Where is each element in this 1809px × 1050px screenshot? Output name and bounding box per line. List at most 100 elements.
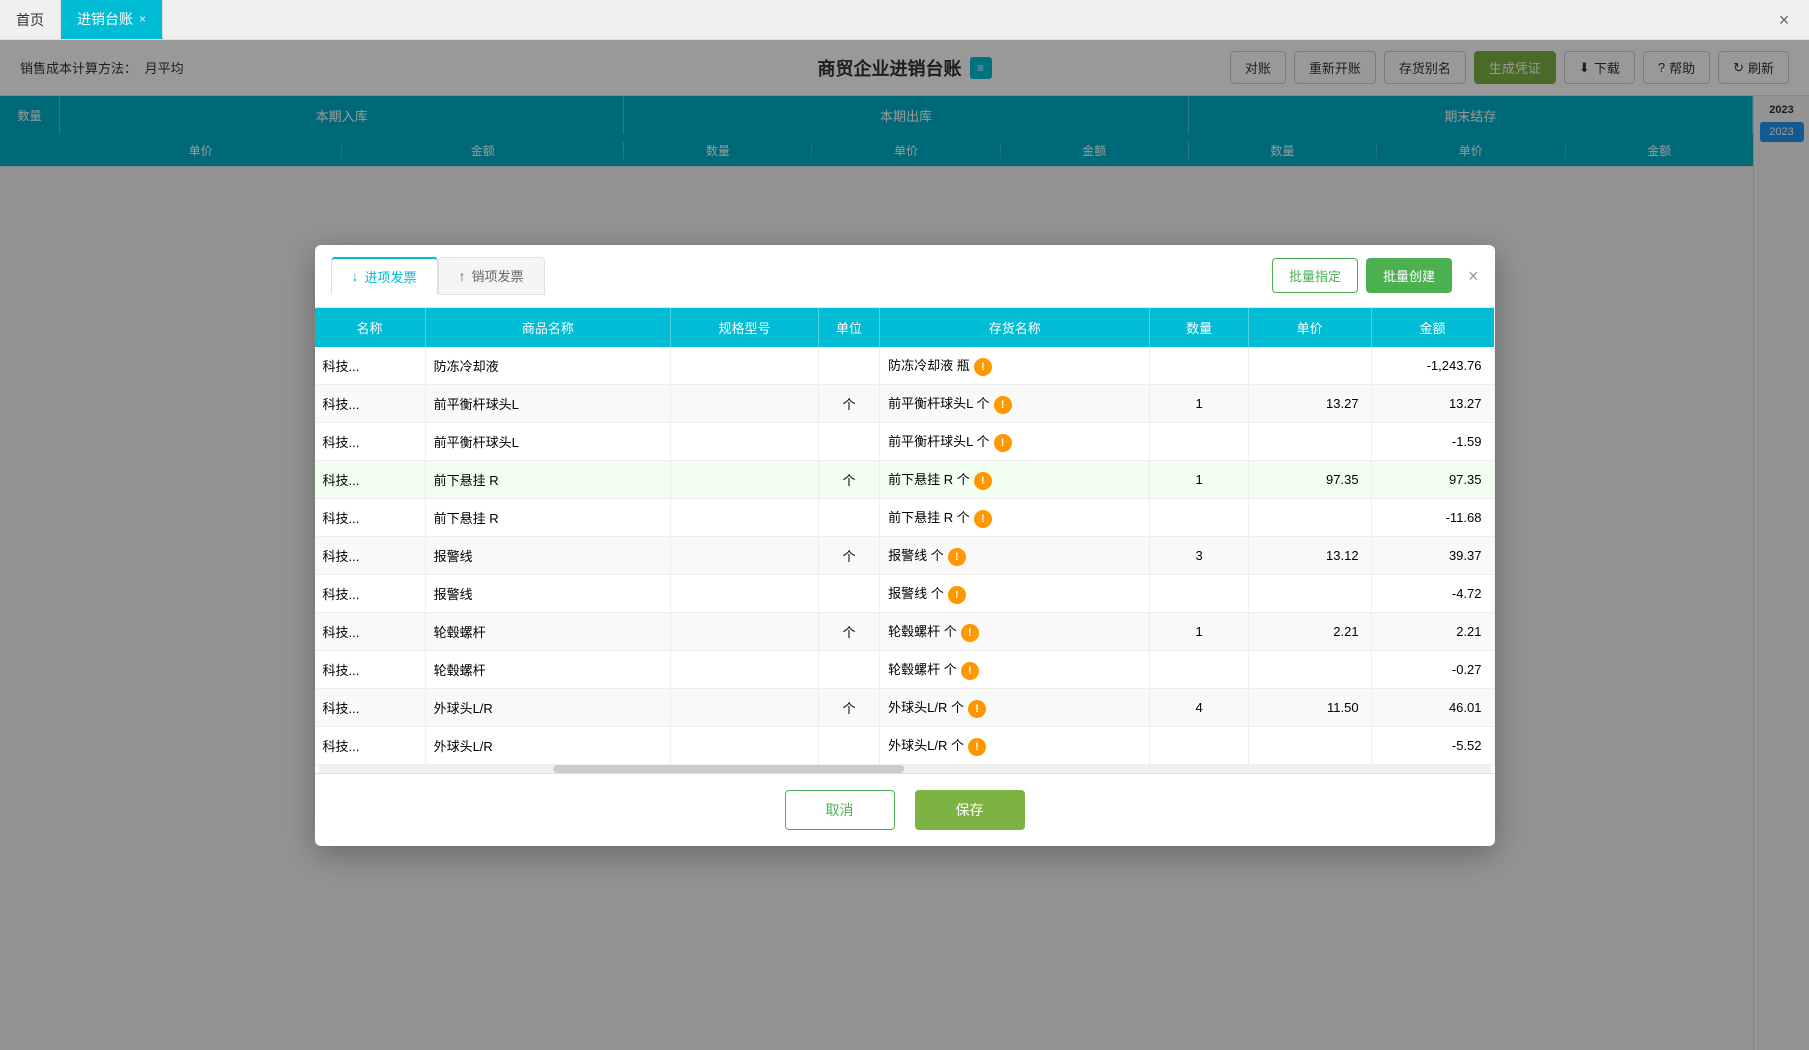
table-row: 科技... 轮毂螺杆 个 轮毂螺杆 个! 1 2.21 2.21 [315,612,1495,650]
cell-product: 前平衡杆球头L [425,384,671,422]
col-spec-header: 规格型号 [671,308,818,347]
cell-quantity [1150,498,1248,536]
warning-icon: ! [974,358,992,376]
tab-out-invoice[interactable]: ↑ 销项发票 [438,257,545,295]
modal-tabs: ↓ 进项发票 ↑ 销项发票 [331,257,545,295]
cell-name: 科技... [315,612,426,650]
cell-product: 轮毂螺杆 [425,612,671,650]
cell-amount: 39.37 [1371,536,1494,574]
main-area: 销售成本计算方法： 月平均 商贸企业进销台账 ≡ 对账 重新开账 存货别名 生成… [0,40,1809,1050]
cell-inventory: 前下悬挂 R 个! [880,498,1150,536]
cell-price: 13.12 [1248,536,1371,574]
cell-quantity: 3 [1150,536,1248,574]
table-row: 科技... 前下悬挂 R 前下悬挂 R 个! -11.68 [315,498,1495,536]
cell-spec [671,347,818,385]
cell-inventory: 轮毂螺杆 个! [880,612,1150,650]
cell-unit: 个 [818,384,879,422]
cell-spec [671,726,818,764]
modal-table-container[interactable]: 名称 商品名称 规格型号 单位 存货名称 数量 单价 金额 科技... 防冻冷却… [315,308,1495,765]
warning-icon: ! [948,586,966,604]
cell-quantity [1150,347,1248,385]
window-close-btn[interactable]: × [1759,0,1809,40]
cell-amount: 46.01 [1371,688,1494,726]
cell-spec [671,536,818,574]
cell-unit [818,650,879,688]
cell-unit: 个 [818,612,879,650]
tab-current[interactable]: 进销台账 × [61,0,163,39]
cell-quantity [1150,726,1248,764]
tab-out-label: 销项发票 [472,266,524,285]
tab-home[interactable]: 首页 [0,0,61,39]
cell-price [1248,726,1371,764]
cell-price [1248,574,1371,612]
cell-amount: -0.27 [1371,650,1494,688]
warning-icon: ! [994,396,1012,414]
cell-inventory: 外球头L/R 个! [880,726,1150,764]
modal-header-buttons: 批量指定 批量创建 [1272,258,1452,293]
cell-spec [671,422,818,460]
cell-price: 11.50 [1248,688,1371,726]
cell-spec [671,650,818,688]
save-button[interactable]: 保存 [915,790,1025,830]
warning-icon: ! [948,548,966,566]
cell-inventory: 报警线 个! [880,536,1150,574]
cell-inventory: 防冻冷却液 瓶! [880,347,1150,385]
cell-amount: -11.68 [1371,498,1494,536]
warning-icon: ! [961,662,979,680]
cell-unit: 个 [818,536,879,574]
out-invoice-icon: ↑ [459,268,466,284]
cell-product: 轮毂螺杆 [425,650,671,688]
cell-name: 科技... [315,422,426,460]
cell-product: 外球头L/R [425,688,671,726]
tab-current-label: 进销台账 [77,9,133,29]
cell-spec [671,688,818,726]
cell-quantity: 4 [1150,688,1248,726]
col-unit-header: 单位 [818,308,879,347]
cell-quantity [1150,574,1248,612]
tab-close-btn[interactable]: × [139,12,146,26]
warning-icon: ! [968,700,986,718]
warning-icon: ! [961,624,979,642]
cell-name: 科技... [315,726,426,764]
cell-quantity: 1 [1150,384,1248,422]
cell-name: 科技... [315,384,426,422]
batch-create-button[interactable]: 批量创建 [1366,258,1452,293]
modal-overlay: ↓ 进项发票 ↑ 销项发票 批量指定 批量创建 × [0,40,1809,1050]
cell-price [1248,650,1371,688]
cell-unit: 个 [818,460,879,498]
cell-name: 科技... [315,498,426,536]
cell-price: 97.35 [1248,460,1371,498]
modal-close-button[interactable]: × [1468,267,1479,285]
warning-icon: ! [968,738,986,756]
cell-spec [671,612,818,650]
modal-scrollbar[interactable] [319,765,1491,773]
cell-unit [818,498,879,536]
cell-name: 科技... [315,574,426,612]
table-row: 科技... 前平衡杆球头L 个 前平衡杆球头L 个! 1 13.27 13.27 [315,384,1495,422]
col-price-header: 单价 [1248,308,1371,347]
table-row: 科技... 报警线 报警线 个! -4.72 [315,574,1495,612]
cell-spec [671,384,818,422]
tab-bar: 首页 进销台账 × × [0,0,1809,40]
cell-name: 科技... [315,536,426,574]
cell-price [1248,498,1371,536]
table-row: 科技... 防冻冷却液 防冻冷却液 瓶! -1,243.76 [315,347,1495,385]
cell-unit [818,726,879,764]
cell-product: 外球头L/R [425,726,671,764]
modal-header: ↓ 进项发票 ↑ 销项发票 批量指定 批量创建 × [315,245,1495,308]
table-header-row: 名称 商品名称 规格型号 单位 存货名称 数量 单价 金额 [315,308,1495,347]
cell-product: 报警线 [425,574,671,612]
warning-icon: ! [974,472,992,490]
cell-unit [818,574,879,612]
batch-assign-button[interactable]: 批量指定 [1272,258,1358,293]
cell-amount: 97.35 [1371,460,1494,498]
modal-footer: 取消 保存 [315,773,1495,846]
cell-spec [671,498,818,536]
table-row: 科技... 外球头L/R 个 外球头L/R 个! 4 11.50 46.01 [315,688,1495,726]
tab-in-invoice[interactable]: ↓ 进项发票 [331,257,438,295]
table-row: 科技... 前下悬挂 R 个 前下悬挂 R 个! 1 97.35 97.35 [315,460,1495,498]
cell-price: 13.27 [1248,384,1371,422]
cancel-button[interactable]: 取消 [785,790,895,830]
cell-spec [671,460,818,498]
modal-scrollbar-thumb [553,765,905,773]
